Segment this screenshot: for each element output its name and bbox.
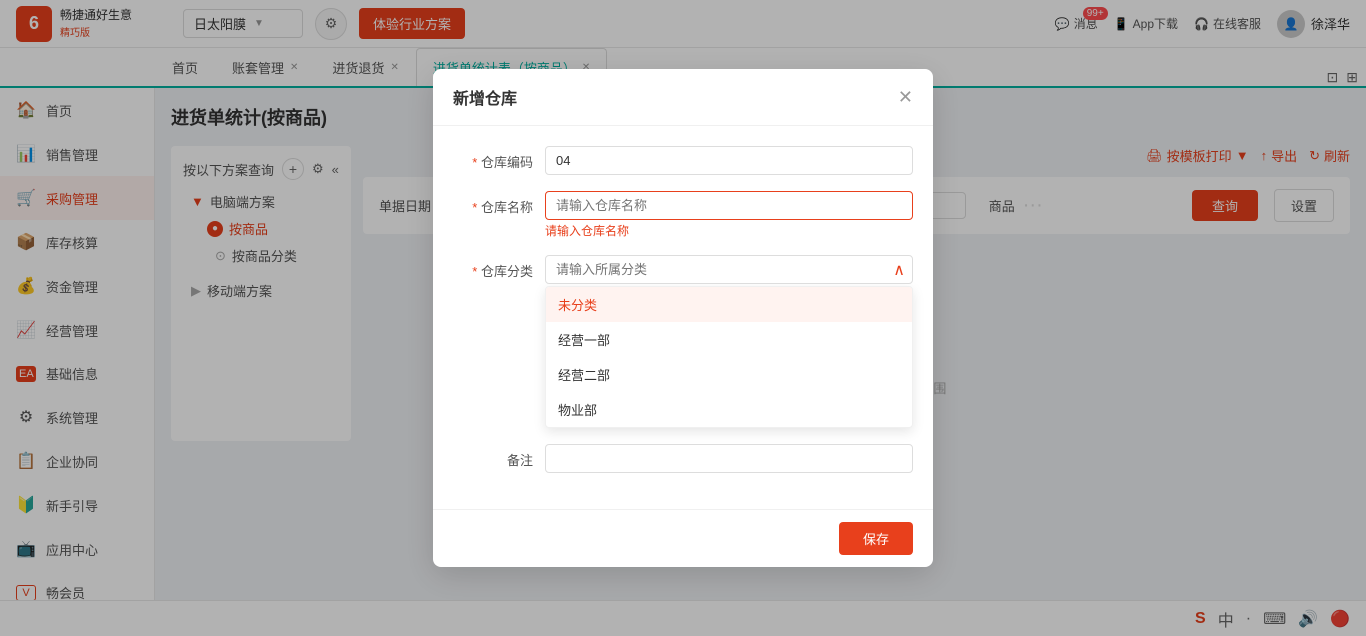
category-label: * 仓库分类 [453,255,533,280]
remark-form-row: 备注 [453,444,913,473]
category-select-wrap: ∧ [545,255,913,284]
category-arrow-icon[interactable]: ∧ [893,260,905,280]
category-control: ∧ 未分类 经营一部 经营二部 物业部 [545,255,913,428]
dropdown-item-dept1[interactable]: 经营一部 [546,322,912,357]
name-error-msg: 请输入仓库名称 [545,222,913,239]
code-input[interactable] [545,146,913,175]
add-warehouse-dialog: 新增仓库 ✕ * 仓库编码 * 仓库名称 [433,69,933,567]
dropdown-item-dept2[interactable]: 经营二部 [546,357,912,392]
name-input[interactable] [545,191,913,220]
dialog-footer: 保存 [433,509,933,567]
save-button[interactable]: 保存 [839,522,913,555]
dialog-close-button[interactable]: ✕ [898,87,913,108]
category-form-row: * 仓库分类 ∧ 未分类 经营一部 经营二部 物业部 [453,255,913,428]
dropdown-item-dept3[interactable]: 物业部 [546,392,912,427]
name-form-row: * 仓库名称 请输入仓库名称 [453,191,913,239]
code-control [545,146,913,175]
dialog-title: 新增仓库 [453,85,517,109]
remark-label: 备注 [453,444,533,469]
category-dropdown: 未分类 经营一部 经营二部 物业部 [545,286,913,428]
modal-overlay: 新增仓库 ✕ * 仓库编码 * 仓库名称 [0,0,1366,636]
code-form-row: * 仓库编码 [453,146,913,175]
category-input[interactable] [545,255,913,284]
name-label: * 仓库名称 [453,191,533,216]
dropdown-item-uncategorized[interactable]: 未分类 [546,287,912,322]
name-control: 请输入仓库名称 [545,191,913,239]
dialog-header: 新增仓库 ✕ [433,69,933,126]
remark-control [545,444,913,473]
dialog-body: * 仓库编码 * 仓库名称 请输入仓库名称 [433,126,933,509]
remark-input[interactable] [545,444,913,473]
code-label: * 仓库编码 [453,146,533,171]
